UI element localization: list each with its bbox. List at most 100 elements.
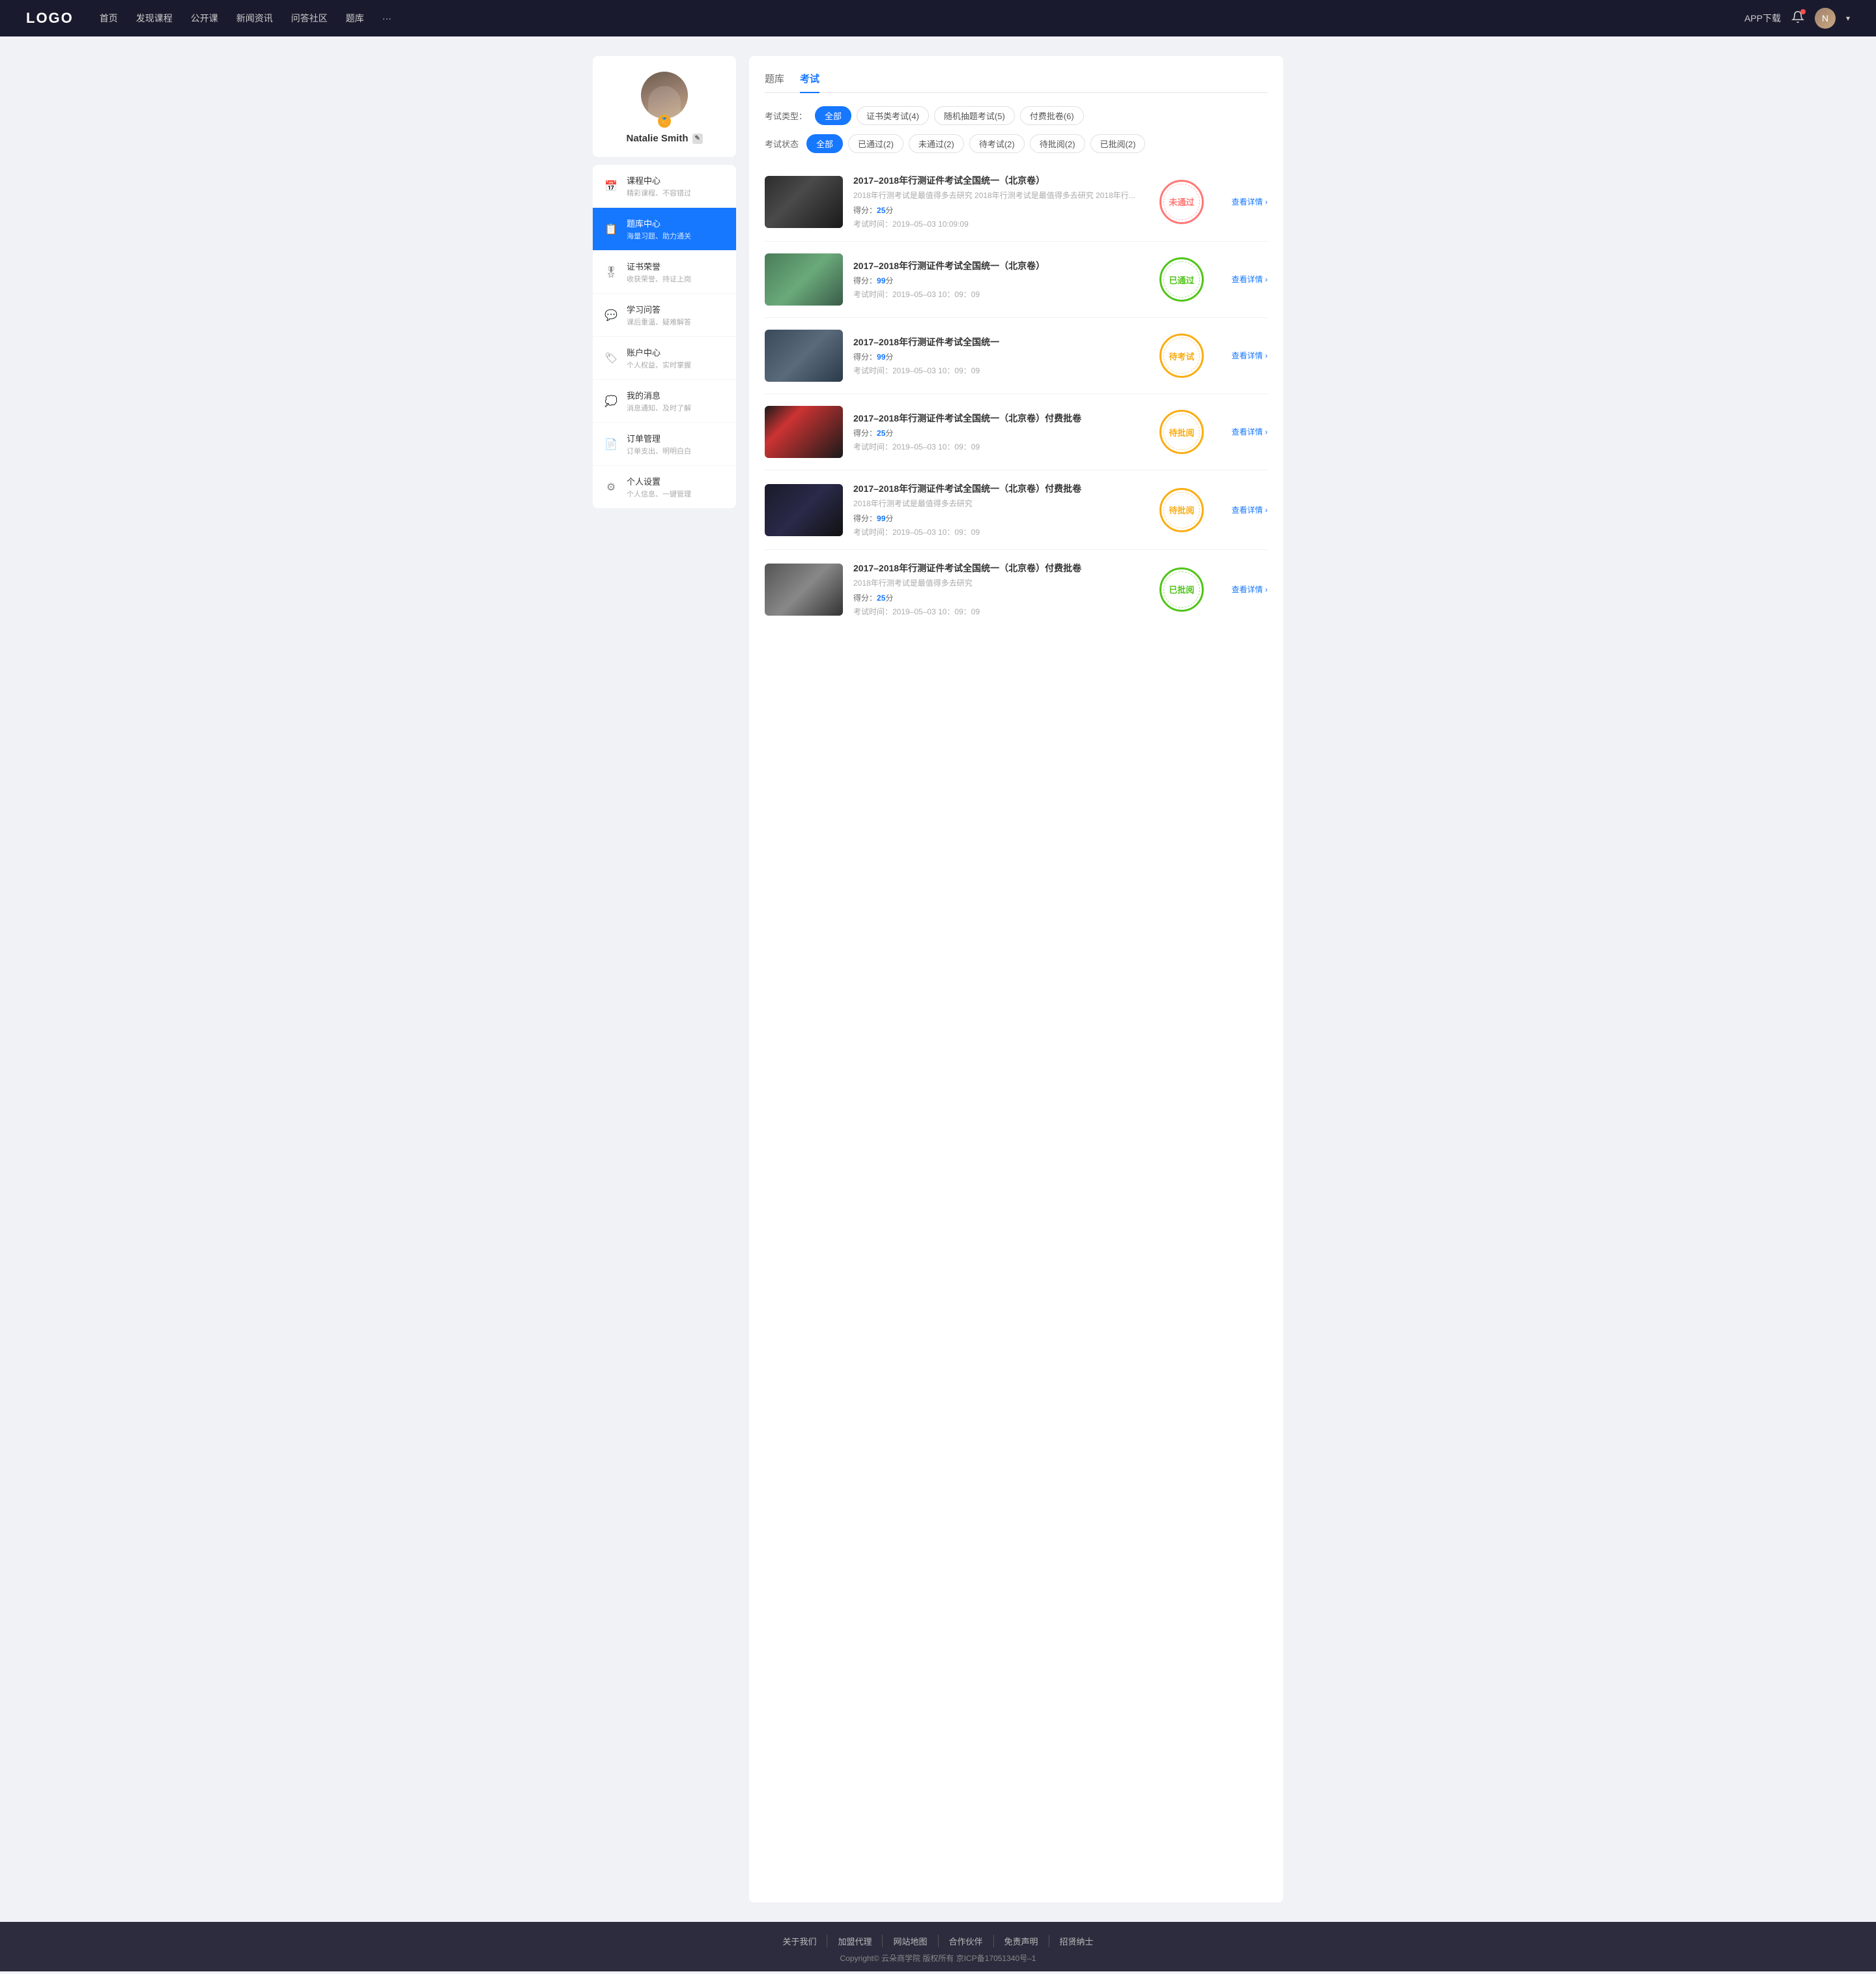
exam-title: 2017–2018年行测证件考试全国统一（北京卷）付费批卷	[853, 412, 1148, 425]
chevron-down-icon[interactable]: ▾	[1846, 14, 1850, 23]
qa-label: 学习问答	[627, 303, 726, 315]
exam-title: 2017–2018年行测证件考试全国统一（北京卷）	[853, 174, 1148, 187]
nav-news[interactable]: 新闻资讯	[236, 12, 273, 25]
nav-more[interactable]: ···	[382, 13, 391, 23]
profile-avatar-image	[641, 72, 688, 119]
sidebar: 🏅 Natalie Smith ✎ 📅 课程中心 精彩课程、不容错过 📋 题库中…	[593, 56, 736, 1902]
exam-action: 查看详情 ›	[1215, 274, 1268, 285]
sidebar-item-course[interactable]: 📅 课程中心 精彩课程、不容错过	[593, 165, 736, 208]
exam-score: 得分：25分	[853, 205, 1148, 216]
filter-type-paid[interactable]: 付费批卷(6)	[1020, 106, 1084, 125]
exam-action: 查看详情 ›	[1215, 196, 1268, 208]
footer-link[interactable]: 加盟代理	[827, 1935, 883, 1947]
nav-discover[interactable]: 发现课程	[136, 12, 173, 25]
filter-type-row: 考试类型： 全部 证书类考试(4) 随机抽题考试(5) 付费批卷(6)	[765, 106, 1268, 125]
sidebar-item-settings[interactable]: ⚙ 个人设置 个人信息、一键管理	[593, 466, 736, 508]
view-detail-button[interactable]: 查看详情 ›	[1232, 584, 1268, 595]
exam-thumbnail	[765, 330, 843, 382]
filter-status-label: 考试状态	[765, 137, 799, 150]
avatar[interactable]: N	[1815, 8, 1836, 29]
exam-desc: 2018年行测考试是最值得多去研究 2018年行测考试是最值得多去研究 2018…	[853, 190, 1148, 201]
sidebar-item-account[interactable]: 🏷 账户中心 个人权益、实时掌握	[593, 337, 736, 380]
filter-status-row: 考试状态 全部 已通过(2) 未通过(2) 待考试(2) 待批阅(2) 已批阅(…	[765, 134, 1268, 153]
exam-time: 考试时间：2019–05–03 10：09：09	[853, 606, 1148, 617]
exam-time: 考试时间：2019–05–03 10:09:09	[853, 218, 1148, 229]
cert-sub: 收获荣誉、持证上岗	[627, 274, 726, 284]
exam-thumbnail	[765, 176, 843, 228]
sidebar-item-order[interactable]: 📄 订单管理 订单支出、明明白白	[593, 423, 736, 466]
footer-link[interactable]: 招贤纳士	[1049, 1935, 1104, 1947]
nav-open-course[interactable]: 公开课	[191, 12, 218, 25]
table-row: 2017–2018年行测证件考试全国统一（北京卷） 2018年行测考试是最值得多…	[765, 162, 1268, 242]
exam-list: 2017–2018年行测证件考试全国统一（北京卷） 2018年行测考试是最值得多…	[765, 162, 1268, 629]
footer: 关于我们加盟代理网站地图合作伙伴免责声明招贤纳士 Copyright© 云朵商学…	[0, 1922, 1876, 1971]
table-row: 2017–2018年行测证件考试全国统一（北京卷） 得分：99分 考试时间：20…	[765, 242, 1268, 318]
order-icon: 📄	[603, 436, 619, 452]
exam-score-value: 99	[877, 514, 885, 523]
nav-question-bank[interactable]: 题库	[346, 12, 364, 25]
exam-time: 考试时间：2019–05–03 10：09：09	[853, 289, 1148, 300]
status-badge: 已批阅	[1159, 567, 1204, 612]
exam-thumbnail	[765, 406, 843, 458]
qa-sub: 课后重温、疑难解答	[627, 317, 726, 327]
settings-label: 个人设置	[627, 475, 726, 487]
table-row: 2017–2018年行测证件考试全国统一 得分：99分 考试时间：2019–05…	[765, 318, 1268, 394]
table-row: 2017–2018年行测证件考试全国统一（北京卷）付费批卷 2018年行测考试是…	[765, 550, 1268, 629]
sidebar-item-question-bank[interactable]: 📋 题库中心 海量习题、助力通关	[593, 208, 736, 251]
filter-type-cert[interactable]: 证书类考试(4)	[857, 106, 929, 125]
view-detail-button[interactable]: 查看详情 ›	[1232, 426, 1268, 437]
exam-thumbnail	[765, 484, 843, 536]
exam-title: 2017–2018年行测证件考试全国统一（北京卷）付费批卷	[853, 562, 1148, 575]
exam-status-stamp: 待考试	[1158, 332, 1205, 379]
edit-profile-icon[interactable]: ✎	[692, 134, 703, 144]
footer-link[interactable]: 免责声明	[994, 1935, 1049, 1947]
notification-bell-icon[interactable]	[1791, 10, 1804, 27]
account-sub: 个人权益、实时掌握	[627, 360, 726, 370]
status-badge: 已通过	[1159, 257, 1204, 302]
exam-info: 2017–2018年行测证件考试全国统一（北京卷）付费批卷 得分：25分 考试时…	[853, 412, 1148, 452]
nav-home[interactable]: 首页	[100, 12, 118, 25]
filter-type-random[interactable]: 随机抽题考试(5)	[934, 106, 1015, 125]
navbar: LOGO 首页 发现课程 公开课 新闻资讯 问答社区 题库 ··· APP下载 …	[0, 0, 1876, 36]
view-detail-button[interactable]: 查看详情 ›	[1232, 504, 1268, 515]
exam-score-value: 99	[877, 352, 885, 362]
view-detail-button[interactable]: 查看详情 ›	[1232, 274, 1268, 285]
footer-link[interactable]: 关于我们	[772, 1935, 827, 1947]
chat-icon: 💬	[603, 308, 619, 323]
sidebar-item-cert[interactable]: 🎖 证书荣誉 收获荣誉、持证上岗	[593, 251, 736, 294]
tag-icon: 🏷	[603, 350, 619, 366]
exam-score-value: 99	[877, 276, 885, 285]
gear-icon: ⚙	[603, 479, 619, 495]
exam-score: 得分：99分	[853, 513, 1148, 524]
footer-link[interactable]: 网站地图	[883, 1935, 938, 1947]
question-bank-sub: 海量习题、助力通关	[627, 231, 726, 241]
exam-status-stamp: 已通过	[1158, 256, 1205, 303]
course-center-label: 课程中心	[627, 174, 726, 186]
view-detail-button[interactable]: 查看详情 ›	[1232, 350, 1268, 361]
view-detail-button[interactable]: 查看详情 ›	[1232, 196, 1268, 207]
calendar-icon: 📅	[603, 179, 619, 194]
account-label: 账户中心	[627, 346, 726, 358]
tab-exam[interactable]: 考试	[800, 72, 819, 93]
logo[interactable]: LOGO	[26, 10, 74, 27]
profile-avatar	[641, 72, 688, 119]
filter-type-all[interactable]: 全部	[815, 106, 851, 125]
filter-status-failed[interactable]: 未通过(2)	[909, 134, 964, 153]
medal-icon: 🎖	[603, 265, 619, 280]
order-label: 订单管理	[627, 432, 726, 444]
filter-status-pending-review[interactable]: 待批阅(2)	[1030, 134, 1085, 153]
app-download-button[interactable]: APP下载	[1744, 12, 1781, 25]
filter-status-pending-exam[interactable]: 待考试(2)	[969, 134, 1025, 153]
navbar-nav: 首页 发现课程 公开课 新闻资讯 问答社区 题库 ···	[100, 12, 1744, 25]
filter-status-all[interactable]: 全部	[806, 134, 843, 153]
settings-sub: 个人信息、一键管理	[627, 489, 726, 499]
tab-question-bank[interactable]: 题库	[765, 72, 784, 93]
nav-qa[interactable]: 问答社区	[291, 12, 328, 25]
filter-status-passed[interactable]: 已通过(2)	[848, 134, 903, 153]
sidebar-item-qa[interactable]: 💬 学习问答 课后重温、疑难解答	[593, 294, 736, 337]
exam-desc: 2018年行测考试是最值得多去研究	[853, 577, 1148, 588]
sidebar-item-message[interactable]: 💭 我的消息 消息通知、及时了解	[593, 380, 736, 423]
exam-info: 2017–2018年行测证件考试全国统一（北京卷）付费批卷 2018年行测考试是…	[853, 562, 1148, 617]
filter-status-reviewed[interactable]: 已批阅(2)	[1090, 134, 1146, 153]
footer-link[interactable]: 合作伙伴	[939, 1935, 994, 1947]
